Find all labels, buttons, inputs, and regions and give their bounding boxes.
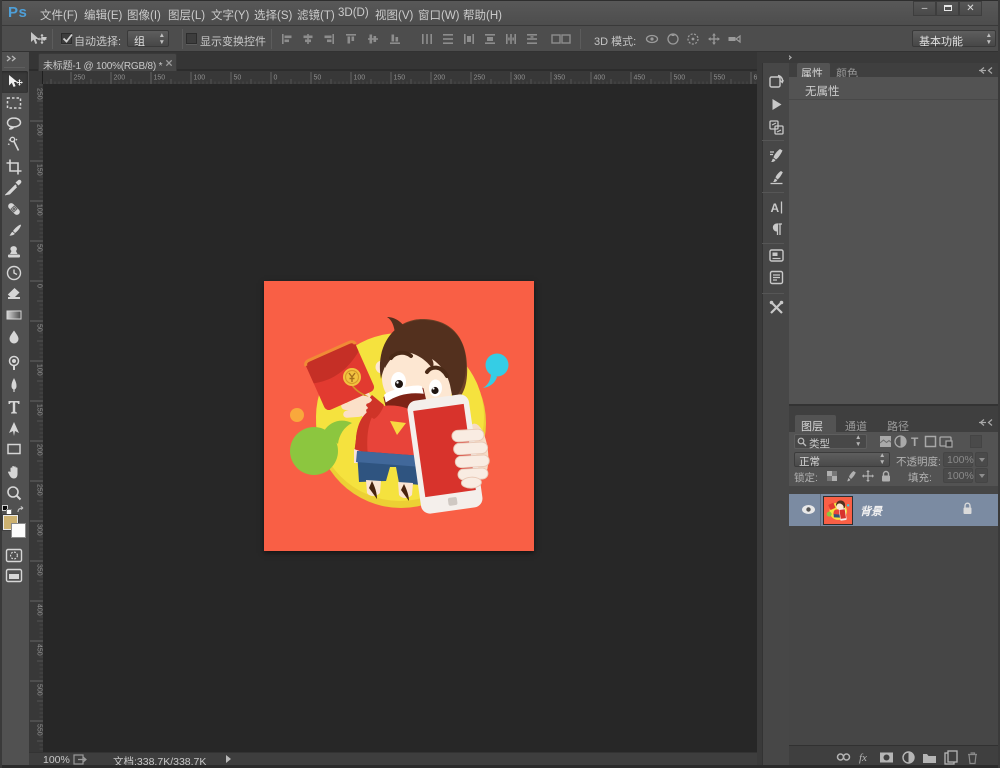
svg-text:T: T (911, 435, 919, 449)
svg-text:50: 50 (36, 324, 43, 332)
svg-text:100: 100 (194, 75, 206, 82)
svg-text:150: 150 (36, 404, 43, 416)
svg-text:200: 200 (434, 75, 446, 82)
svg-text:250: 250 (74, 75, 86, 82)
svg-text:500: 500 (36, 684, 43, 696)
svg-text:100: 100 (354, 75, 366, 82)
svg-text:150: 150 (154, 75, 166, 82)
svg-text:550: 550 (36, 724, 43, 736)
svg-text:200: 200 (36, 444, 43, 456)
svg-text:200: 200 (36, 124, 43, 136)
svg-text:350: 350 (554, 75, 566, 82)
svg-text:450: 450 (36, 644, 43, 656)
svg-text:500: 500 (674, 75, 686, 82)
svg-text:300: 300 (514, 75, 526, 82)
svg-text:400: 400 (36, 604, 43, 616)
svg-text:100: 100 (36, 204, 43, 216)
svg-text:50: 50 (234, 75, 242, 82)
svg-text:450: 450 (634, 75, 646, 82)
svg-text:150: 150 (394, 75, 406, 82)
svg-text:550: 550 (714, 75, 726, 82)
svg-text:250: 250 (36, 88, 43, 100)
svg-text:200: 200 (114, 75, 126, 82)
svg-text:100: 100 (36, 364, 43, 376)
svg-text:250: 250 (36, 484, 43, 496)
svg-text:0: 0 (36, 284, 43, 288)
svg-text:300: 300 (36, 524, 43, 536)
svg-text:350: 350 (36, 564, 43, 576)
svg-text:150: 150 (36, 164, 43, 176)
svg-text:50: 50 (314, 75, 322, 82)
svg-text:0: 0 (274, 75, 278, 82)
svg-text:A: A (771, 201, 780, 215)
svg-text:250: 250 (474, 75, 486, 82)
svg-text:fx: fx (859, 752, 867, 764)
svg-text:50: 50 (36, 244, 43, 252)
svg-text:400: 400 (594, 75, 606, 82)
